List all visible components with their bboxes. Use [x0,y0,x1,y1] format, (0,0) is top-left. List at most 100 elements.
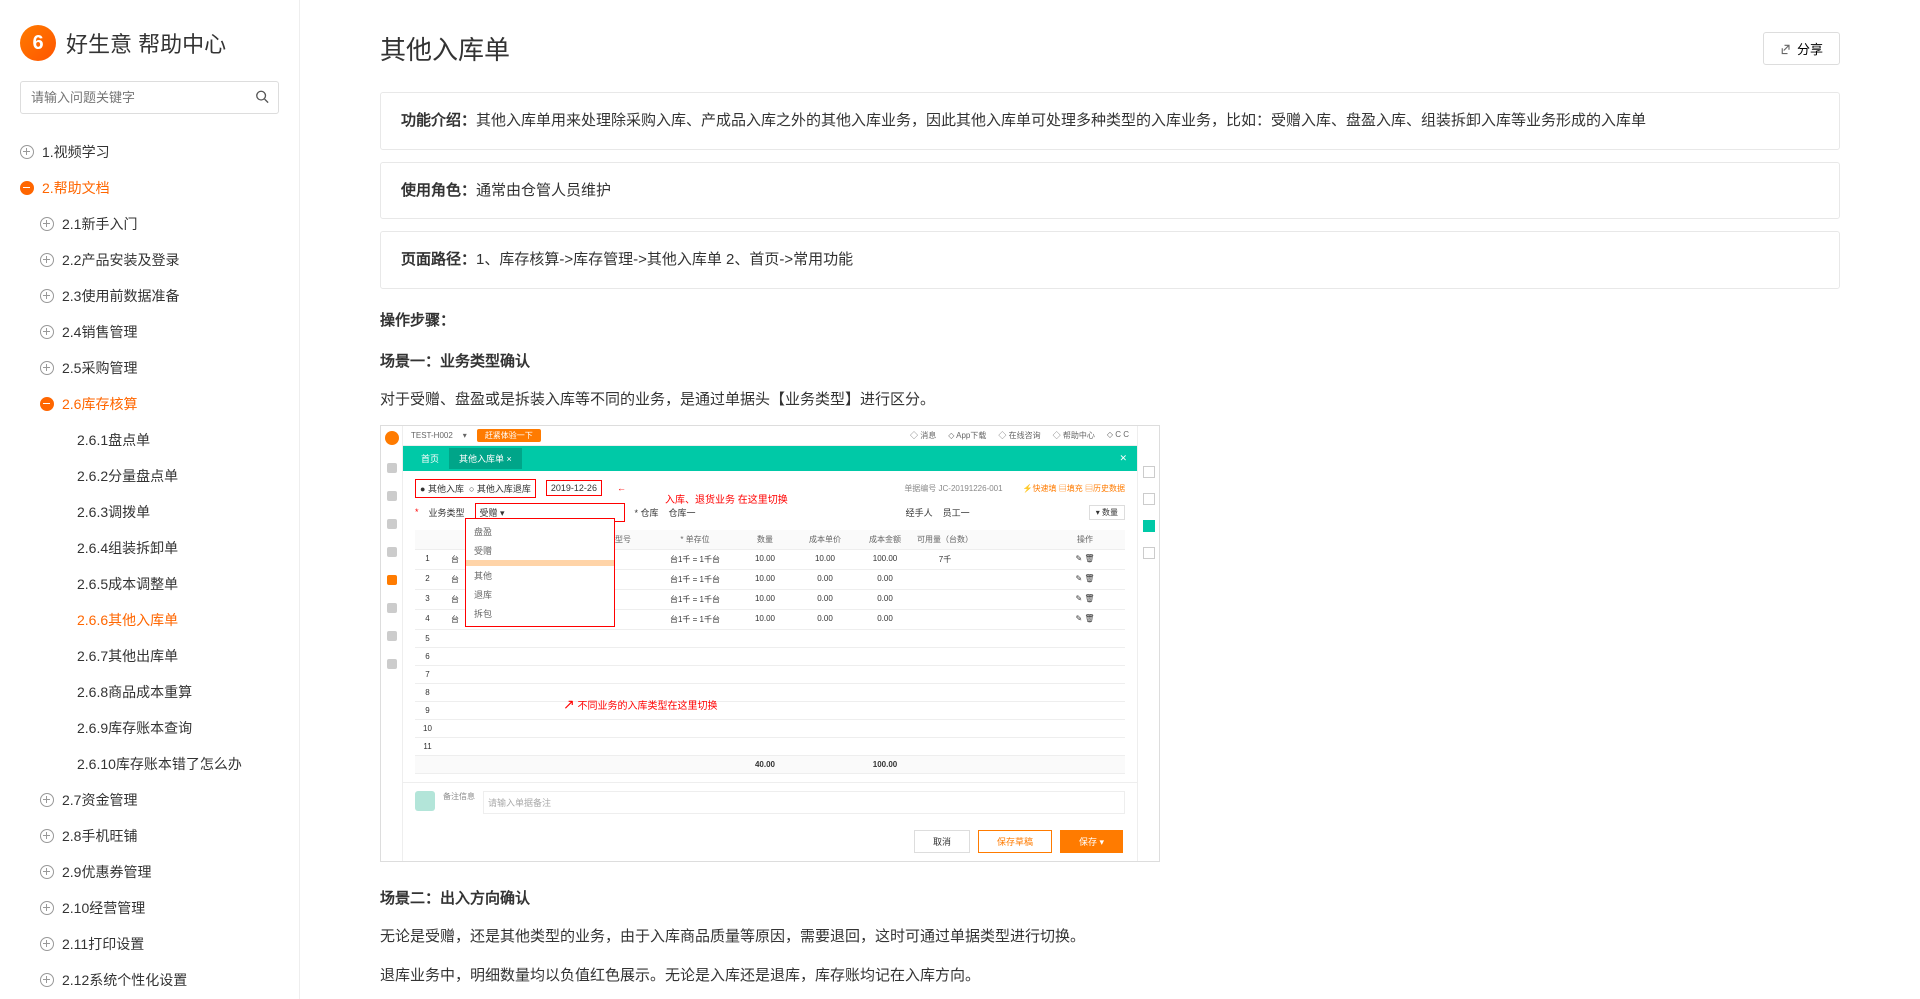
nav-item[interactable]: 2.1新手入门 [20,206,279,242]
ss-nav-icon [387,547,397,557]
nav-label: 2.6.5成本调整单 [77,574,178,594]
nav-item[interactable]: 2.6.8商品成本重算 [20,674,279,710]
nav-item[interactable]: 2.11打印设置 [20,926,279,962]
logo-icon: 6 [20,25,56,61]
nav-label: 2.11打印设置 [62,934,144,954]
collapse-icon [20,181,34,195]
nav-item[interactable]: 2.6.5成本调整单 [20,566,279,602]
role-box: 使用角色：通常由仓管人员维护 [380,162,1840,220]
scene1-text: 对于受赠、盘盈或是拆装入库等不同的业务，是通过单据头【业务类型】进行区分。 [380,386,1840,413]
ss-remark-icon [415,791,435,811]
expand-icon [40,325,54,339]
logo-title: 好生意 帮助中心 [66,27,226,59]
expand-icon [40,217,54,231]
nav-item[interactable]: 2.6.4组装拆卸单 [20,530,279,566]
ss-nav-icon [387,631,397,641]
nav-item[interactable]: 2.6.7其他出库单 [20,638,279,674]
nav-item[interactable]: 2.10经营管理 [20,890,279,926]
nav-label: 2.6.3调拨单 [77,502,150,522]
search-input[interactable] [20,81,279,114]
main-content: 其他入库单 分享 功能介绍：其他入库单用来处理除采购入库、产成品入库之外的其他入… [300,0,1920,999]
path-box: 页面路径：1、库存核算->库存管理->其他入库单 2、首页->常用功能 [380,231,1840,289]
ss-draft-button: 保存草稿 [978,830,1052,853]
nav-item[interactable]: 2.4销售管理 [20,314,279,350]
nav-item[interactable]: 1.视频学习 [20,134,279,170]
expand-icon [40,361,54,375]
ss-nav-icon [387,491,397,501]
nav-label: 2.10经营管理 [62,898,145,918]
nav-label: 2.6.6其他入库单 [77,610,178,630]
nav-item[interactable]: 2.12系统个性化设置 [20,962,279,998]
share-button[interactable]: 分享 [1763,32,1840,65]
search-icon[interactable] [255,89,269,106]
nav-item[interactable]: 2.6.9库存账本查询 [20,710,279,746]
collapse-icon [40,397,54,411]
ss-nav-icon [387,463,397,473]
nav-label: 2.4销售管理 [62,322,137,342]
nav-item[interactable]: 2.2产品安装及登录 [20,242,279,278]
ss-biztype-dropdown: 盘盈受赠其他退库拆包 [465,518,615,627]
ss-tab-home: 首页 [411,448,449,469]
nav-label: 2.6.7其他出库单 [77,646,178,666]
nav-label: 2.5采购管理 [62,358,137,378]
scene1-title: 场景一：业务类型确认 [380,350,1840,371]
scene2-p2: 退库业务中，明细数量均以负值红色展示。无论是入库还是退库，库存账均记在入库方向。 [380,962,1840,989]
ss-save-button: 保存 ▾ [1060,830,1123,853]
nav-item[interactable]: 2.5采购管理 [20,350,279,386]
ss-nav-icon [387,659,397,669]
expand-icon [40,793,54,807]
ss-cancel-button: 取消 [914,830,970,853]
sidebar: 6 好生意 帮助中心 1.视频学习 2.帮助文档 2.1新手入门 2.2产品安装及登录… [0,0,300,999]
nav-item[interactable]: 2.6.10库存账本错了怎么办 [20,746,279,782]
nav-item[interactable]: 2.帮助文档 [20,170,279,206]
ss-nav-icon [387,519,397,529]
nav-item[interactable]: 2.6.2分量盘点单 [20,458,279,494]
nav-item[interactable]: 2.6.3调拨单 [20,494,279,530]
intro-box: 功能介绍：其他入库单用来处理除采购入库、产成品入库之外的其他入库业务，因此其他入… [380,92,1840,150]
ss-logo-icon [385,431,399,445]
nav-label: 2.9优惠券管理 [62,862,151,882]
nav-label: 2.6.4组装拆卸单 [77,538,178,558]
nav-tree: 1.视频学习 2.帮助文档 2.1新手入门 2.2产品安装及登录 2.3使用前数据准备 2… [20,134,279,999]
screenshot-figure: TEST-H002 ▾ 赶紧体验一下 ◇ 消息◇ App下载◇ 在线咨询◇ 帮助… [380,425,1160,862]
nav-label: 2.6库存核算 [62,394,137,414]
logo-block: 6 好生意 帮助中心 [20,25,279,61]
nav-item[interactable]: 2.6库存核算 [20,386,279,422]
nav-item[interactable]: 2.3使用前数据准备 [20,278,279,314]
steps-label: 操作步骤： [380,309,1840,330]
nav-item[interactable]: 2.9优惠券管理 [20,854,279,890]
expand-icon [40,901,54,915]
nav-label: 2.6.10库存账本错了怎么办 [77,754,242,774]
nav-label: 2.6.1盘点单 [77,430,150,450]
ss-tenant-code: TEST-H002 [411,431,453,440]
expand-icon [40,829,54,843]
nav-item[interactable]: 2.8手机旺铺 [20,818,279,854]
nav-item[interactable]: 2.6.1盘点单 [20,422,279,458]
scene2-p1: 无论是受赠，还是其他类型的业务，由于入库商品质量等原因，需要退回，这时可通过单据… [380,923,1840,950]
expand-icon [40,973,54,987]
nav-label: 2.12系统个性化设置 [62,970,187,990]
expand-icon [40,289,54,303]
nav-label: 2.6.8商品成本重算 [77,682,192,702]
ss-annotation-2: ↗ 不同业务的入库类型在这里切换 [563,696,718,713]
nav-item[interactable]: 2.7资金管理 [20,782,279,818]
nav-label: 2.2产品安装及登录 [62,250,179,270]
nav-label: 2.7资金管理 [62,790,137,810]
nav-item[interactable]: 2.6.6其他入库单 [20,602,279,638]
ss-radio-inbound: ● 其他入库 ○ 其他入库退库 [415,479,536,498]
ss-tab-current: 其他入库单 × [449,448,522,469]
nav-label: 2.1新手入门 [62,214,137,234]
nav-label: 1.视频学习 [42,142,110,162]
nav-label: 2.6.9库存账本查询 [77,718,192,738]
expand-icon [20,145,34,159]
scene2-title: 场景二：出入方向确认 [380,887,1840,908]
nav-label: 2.8手机旺铺 [62,826,137,846]
ss-date-field: 2019-12-26 [546,480,602,496]
ss-doc-code: 单据编号 JC-20191226-001 [904,483,1002,494]
ss-remark-input: 请输入单据备注 [483,791,1125,814]
share-icon [1780,43,1792,55]
expand-icon [40,253,54,267]
expand-icon [40,937,54,951]
nav-label: 2.3使用前数据准备 [62,286,179,306]
ss-nav-icon [387,603,397,613]
